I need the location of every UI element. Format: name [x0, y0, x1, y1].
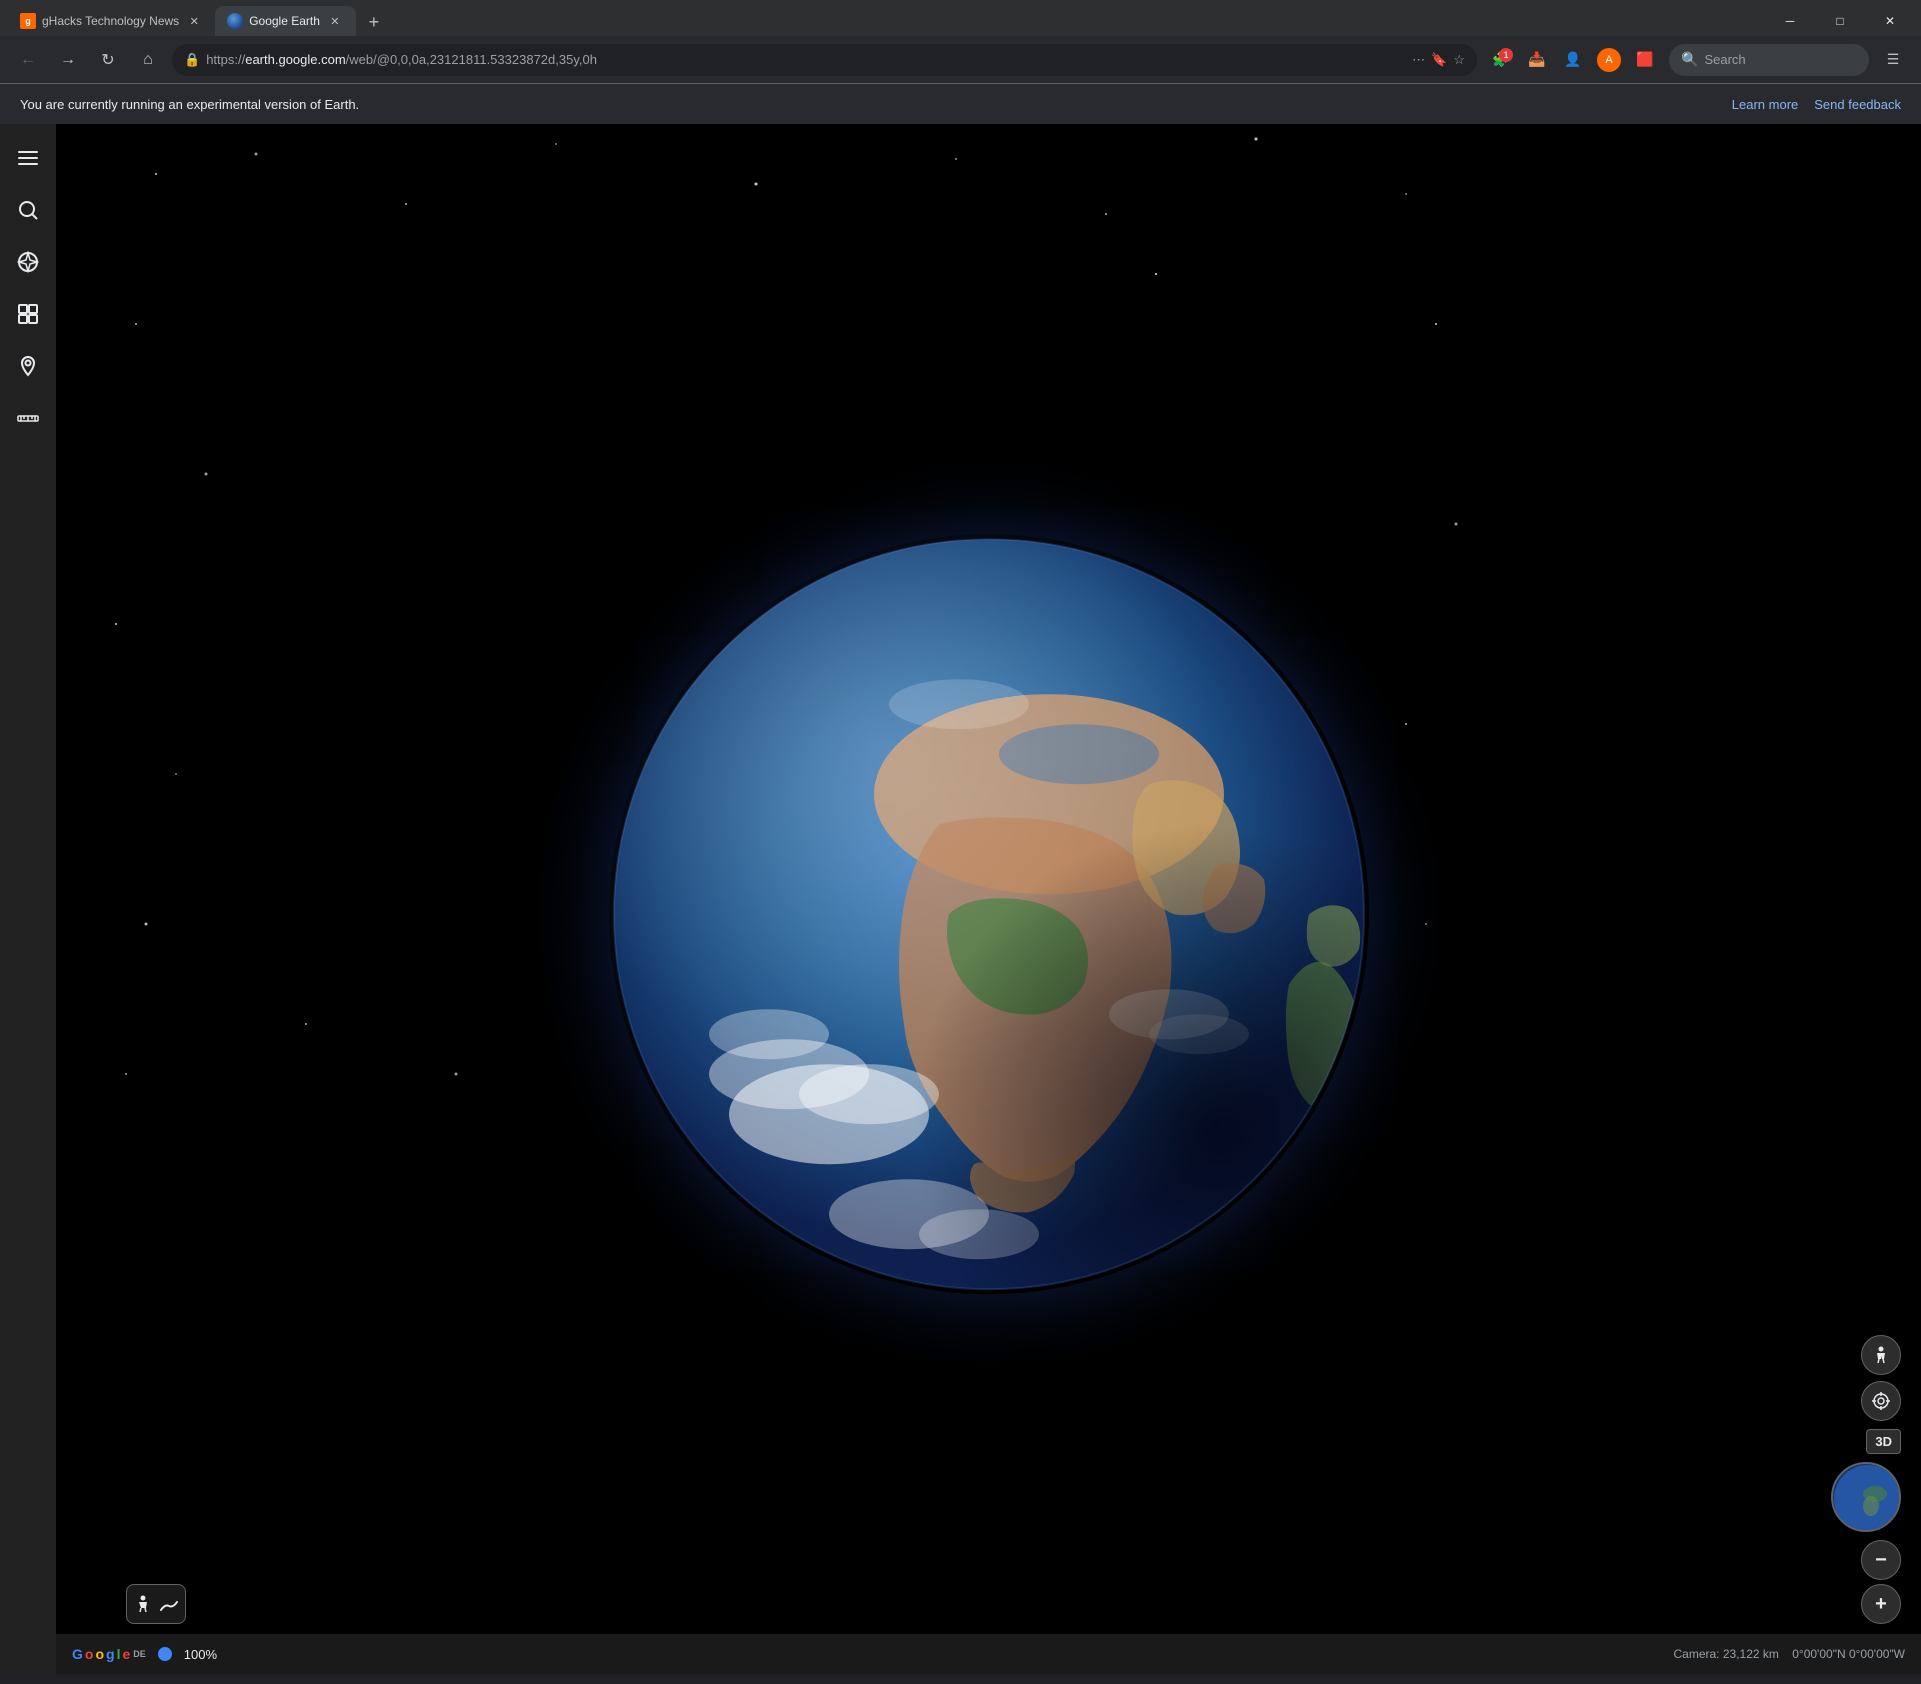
search-placeholder: Search: [1704, 52, 1745, 67]
maximize-button[interactable]: □: [1817, 6, 1863, 36]
camera-label: Camera:: [1673, 1647, 1719, 1661]
search-sidebar-icon[interactable]: [8, 190, 48, 230]
close-button[interactable]: ✕: [1867, 6, 1913, 36]
globe-container: [609, 534, 1369, 1294]
bookmark-icon[interactable]: 🔖: [1431, 52, 1447, 68]
ghacks-favicon: g: [20, 13, 36, 29]
tab-earth[interactable]: Google Earth ✕: [215, 6, 356, 36]
zoom-controls: − +: [1861, 1540, 1901, 1624]
earth-canvas[interactable]: 3D − +: [56, 124, 1921, 1674]
menu-icon[interactable]: ☰: [1877, 44, 1909, 76]
tab-earth-label: Google Earth: [249, 14, 320, 28]
earth-favicon: [227, 13, 243, 29]
extensions-icon[interactable]: 🧩 1: [1485, 44, 1517, 76]
menu-toggle-icon[interactable]: [8, 138, 48, 178]
street-view-button[interactable]: [126, 1584, 186, 1624]
pocket-icon[interactable]: 📥: [1521, 44, 1553, 76]
notification-text: You are currently running an experimenta…: [20, 97, 359, 112]
earth-app: 3D − +: [0, 124, 1921, 1674]
address-bar: ← → ↻ ⌂ 🔒 https://earth.google.com/web/@…: [0, 36, 1921, 84]
url-bar[interactable]: 🔒 https://earth.google.com/web/@0,0,0a,2…: [172, 44, 1477, 76]
places-icon[interactable]: [8, 346, 48, 386]
sidebar: [0, 124, 56, 1674]
addon-icon[interactable]: 🟥: [1629, 44, 1661, 76]
tab-bar: g gHacks Technology News ✕ Google Earth …: [0, 0, 1921, 36]
avatar-icon[interactable]: A: [1593, 44, 1625, 76]
google-logo: GoogleDE: [72, 1646, 146, 1662]
coordinates: 0°00'00"N 0°00'00"W: [1792, 1647, 1905, 1661]
controls-panel: 3D − +: [1831, 1335, 1901, 1624]
tab-ghacks-label: gHacks Technology News: [42, 14, 179, 28]
three-d-toggle-button[interactable]: 3D: [1866, 1429, 1901, 1454]
star-icon[interactable]: ☆: [1453, 52, 1465, 68]
person-icon: [133, 1594, 153, 1614]
location-target-button[interactable]: [1861, 1381, 1901, 1421]
bottom-bar: GoogleDE 100% Camera: 23,122 km 0°00'00"…: [56, 1634, 1921, 1674]
mini-map[interactable]: [1831, 1462, 1901, 1532]
back-button[interactable]: ←: [12, 44, 44, 76]
window-controls: ─ □ ✕: [1767, 6, 1913, 36]
camera-info: Camera: 23,122 km 0°00'00"N 0°00'00"W: [1673, 1647, 1905, 1661]
refresh-button[interactable]: ↻: [92, 44, 124, 76]
browser-search-input[interactable]: 🔍 Search: [1669, 44, 1869, 76]
logo-de: DE: [133, 1649, 146, 1659]
home-button[interactable]: ⌂: [132, 44, 164, 76]
new-tab-button[interactable]: +: [360, 8, 388, 36]
earth-indicator-dot: [158, 1647, 172, 1661]
street-view-person-button[interactable]: [1861, 1335, 1901, 1375]
tab-ghacks-close[interactable]: ✕: [185, 12, 203, 30]
zoom-out-button[interactable]: −: [1861, 1540, 1901, 1580]
zoom-level: 100%: [184, 1647, 217, 1662]
forward-button[interactable]: →: [52, 44, 84, 76]
tab-ghacks[interactable]: g gHacks Technology News ✕: [8, 6, 215, 36]
earth-globe: [609, 534, 1369, 1294]
learn-more-link[interactable]: Learn more: [1732, 97, 1798, 112]
notification-bar: You are currently running an experimenta…: [0, 84, 1921, 124]
earth-svg: [609, 534, 1369, 1294]
measure-icon[interactable]: [8, 398, 48, 438]
send-feedback-link[interactable]: Send feedback: [1814, 97, 1901, 112]
voyager-icon[interactable]: [8, 242, 48, 282]
security-icon: 🔒: [184, 52, 200, 68]
mini-map-svg: [1833, 1464, 1901, 1532]
url-menu-icon[interactable]: ⋯: [1412, 52, 1425, 68]
search-icon: 🔍: [1681, 51, 1698, 68]
path-icon: [159, 1594, 179, 1614]
tab-earth-close[interactable]: ✕: [326, 12, 344, 30]
profile-icon[interactable]: 👤: [1557, 44, 1589, 76]
extensions-badge: 1: [1499, 48, 1513, 62]
zoom-in-button[interactable]: +: [1861, 1584, 1901, 1624]
street-view-controls: [126, 1584, 186, 1624]
toolbar-icons: 🧩 1 📥 👤 A 🟥: [1485, 44, 1661, 76]
browser-window: g gHacks Technology News ✕ Google Earth …: [0, 0, 1921, 1674]
minimize-button[interactable]: ─: [1767, 6, 1813, 36]
url-text: https://earth.google.com/web/@0,0,0a,231…: [206, 52, 1406, 67]
projects-icon[interactable]: [8, 294, 48, 334]
camera-value: 23,122 km: [1723, 1647, 1779, 1661]
